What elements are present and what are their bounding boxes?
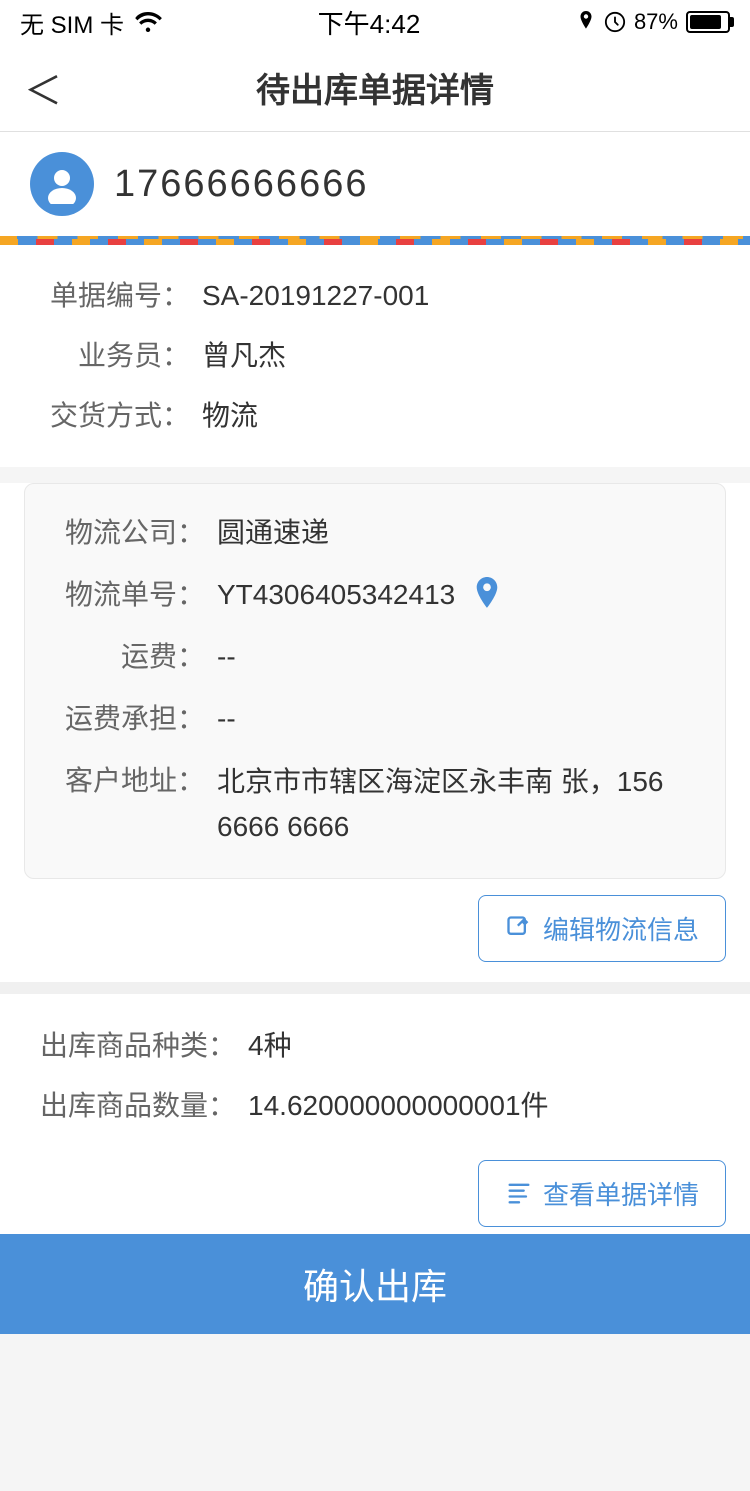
salesperson-row: 业务员： 曾凡杰: [40, 335, 710, 377]
logistics-bearer-row: 运费承担： --: [55, 698, 695, 740]
salesperson-value: 曾凡杰: [202, 335, 710, 377]
order-number-label: 单据编号：: [40, 275, 190, 317]
logistics-tracking-row: 物流单号： YT4306405342413: [55, 574, 695, 616]
edit-logistics-button[interactable]: 编辑物流信息: [478, 895, 726, 962]
goods-types-label: 出库商品种类：: [40, 1024, 236, 1064]
goods-section: 出库商品种类： 4种 出库商品数量： 14.620000000000001件: [0, 994, 750, 1144]
header-section: 17666666666: [0, 132, 750, 239]
goods-quantity-row: 出库商品数量： 14.620000000000001件: [40, 1084, 710, 1124]
goods-types-value: 4种: [248, 1024, 292, 1064]
delivery-value: 物流: [202, 395, 710, 437]
status-bar: 无 SIM 卡 下午4:42 87%: [0, 0, 750, 44]
location-status-icon: [576, 11, 596, 33]
user-icon: [42, 164, 82, 204]
order-number-value: SA-20191227-001: [202, 275, 710, 317]
order-info-section: 单据编号： SA-20191227-001 业务员： 曾凡杰 交货方式： 物流: [0, 245, 750, 467]
avatar: [30, 152, 94, 216]
carrier-label: 无 SIM 卡: [20, 5, 124, 40]
wifi-icon: [134, 12, 162, 32]
delivery-row: 交货方式： 物流: [40, 395, 710, 437]
tracking-location-icon[interactable]: [469, 577, 505, 613]
logistics-tracking-value: YT4306405342413: [217, 574, 695, 616]
logistics-address-label: 客户地址：: [55, 760, 205, 802]
logistics-address-value: 北京市市辖区海淀区永丰南 张，156 6666 6666: [217, 760, 695, 850]
status-right: 87%: [576, 9, 730, 35]
order-number-row: 单据编号： SA-20191227-001: [40, 275, 710, 317]
logistics-bearer-label: 运费承担：: [55, 698, 205, 740]
phone-number: 17666666666: [114, 163, 368, 206]
logistics-company-value: 圆通速递: [217, 512, 695, 554]
logistics-address-row: 客户地址： 北京市市辖区海淀区永丰南 张，156 6666 6666: [55, 760, 695, 850]
view-details-button[interactable]: 查看单据详情: [478, 1160, 726, 1227]
back-button[interactable]: ＜: [24, 60, 62, 115]
salesperson-label: 业务员：: [40, 335, 190, 377]
logistics-company-row: 物流公司： 圆通速递: [55, 512, 695, 554]
page-title: 待出库单据详情: [256, 63, 494, 112]
logistics-company-label: 物流公司：: [55, 512, 205, 554]
edit-btn-row: 编辑物流信息: [0, 895, 750, 982]
logistics-tracking-label: 物流单号：: [55, 574, 205, 616]
edit-icon: [505, 914, 533, 942]
goods-quantity-label: 出库商品数量：: [40, 1084, 236, 1124]
nav-bar: ＜ 待出库单据详情: [0, 44, 750, 132]
logistics-bearer-value: --: [217, 698, 695, 740]
goods-types-row: 出库商品种类： 4种: [40, 1024, 710, 1064]
list-icon: [505, 1179, 533, 1207]
clock-icon: [604, 11, 626, 33]
battery-icon: [686, 11, 730, 33]
confirm-button[interactable]: 确认出库: [0, 1234, 750, 1334]
section-divider: [0, 982, 750, 994]
logistics-freight-row: 运费： --: [55, 636, 695, 678]
logistics-freight-value: --: [217, 636, 695, 678]
delivery-label: 交货方式：: [40, 395, 190, 437]
battery-percent: 87%: [634, 9, 678, 35]
time-label: 下午4:42: [318, 4, 421, 41]
goods-quantity-value: 14.620000000000001件: [248, 1084, 549, 1124]
logistics-card: 物流公司： 圆通速递 物流单号： YT4306405342413 运费： --: [24, 483, 726, 879]
status-left: 无 SIM 卡: [20, 5, 162, 40]
logistics-freight-label: 运费：: [55, 636, 205, 678]
